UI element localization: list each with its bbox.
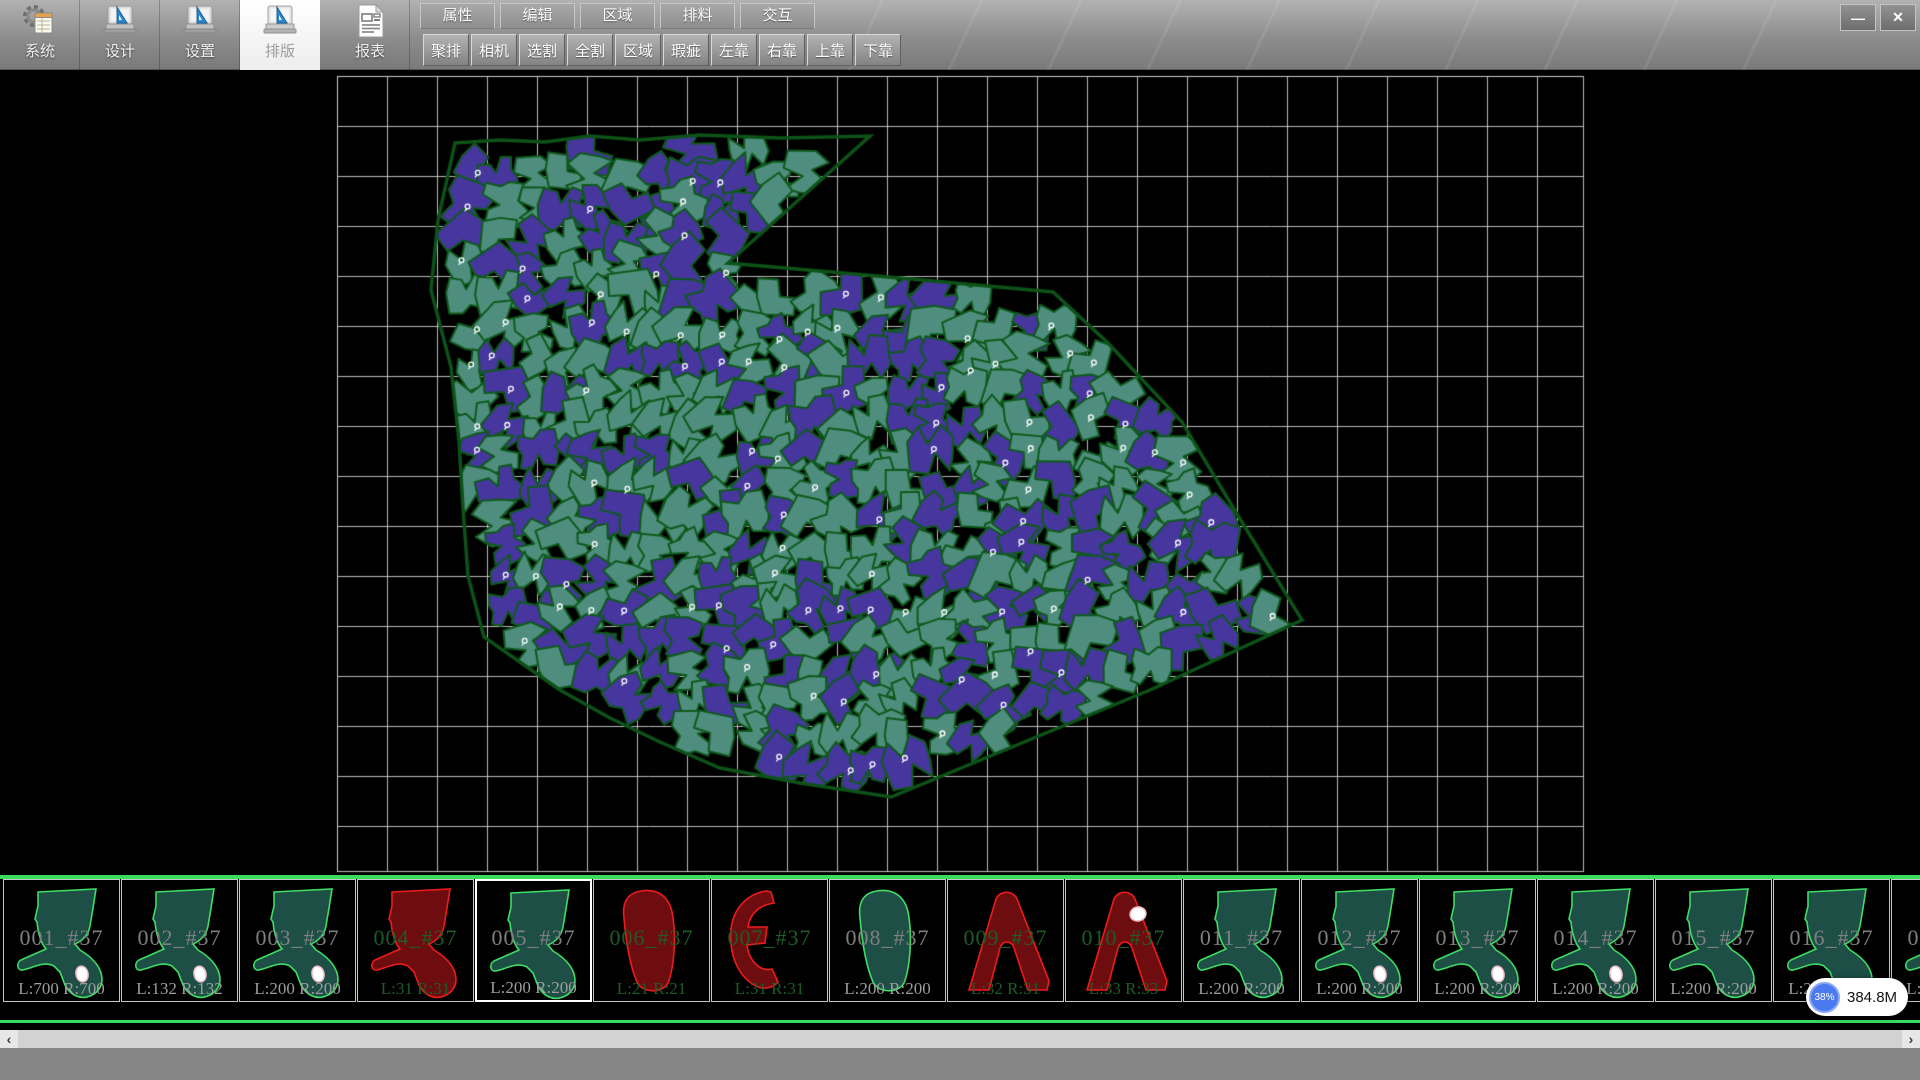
piece-lr-count-label: L:700 R:700	[4, 979, 119, 999]
tool-button-8[interactable]: 右靠	[759, 34, 805, 66]
tool-button-7[interactable]: 左靠	[711, 34, 757, 66]
piece-thumbnail-003_#37[interactable]: 003_#37 L:200 R:200	[239, 879, 356, 1002]
piece-lr-count-label: L:200 R:200	[1656, 979, 1771, 999]
piece-lr-count-label: L:200 R:200	[830, 979, 945, 999]
piece-id-label: 010_#37	[1066, 925, 1181, 951]
piece-lr-count-label: L:200 R:200	[477, 978, 590, 998]
piece-thumbnail-011_#37[interactable]: 011_#37 L:200 R:200	[1183, 879, 1300, 1002]
piece-thumbnail-001_#37[interactable]: 001_#37 L:700 R:700	[3, 879, 120, 1002]
piece-thumbnail-002_#37[interactable]: 002_#37 L:132 R:132	[121, 879, 238, 1002]
nesting-workspace-canvas[interactable]	[0, 70, 1920, 875]
tool-button-5[interactable]: 区域	[615, 34, 661, 66]
piece-lr-count-label: L:132 R:132	[122, 979, 237, 999]
report-button-label: 报表	[355, 40, 385, 61]
memory-usage-label: 384.8M	[1847, 989, 1897, 1006]
tool-button-3[interactable]: 选割	[519, 34, 565, 66]
menu-tab-1[interactable]: 属性	[420, 3, 495, 29]
menu-tabs: 属性编辑区域排料交互	[420, 3, 815, 29]
menu-tab-3[interactable]: 区域	[580, 3, 655, 29]
system-button-label: 系统	[25, 40, 55, 61]
nesting-icon	[261, 3, 299, 39]
piece-thumbnail-008_#37[interactable]: 008_#37 L:200 R:200	[829, 879, 946, 1002]
piece-lr-count-label: L:32 R:31	[948, 979, 1063, 999]
progress-percent-badge: 38%	[1809, 982, 1840, 1013]
tool-buttons-row: 聚排相机选割全割区域瑕疵左靠右靠上靠下靠	[423, 34, 901, 66]
tool-button-1[interactable]: 聚排	[423, 34, 469, 66]
piece-id-label: 003_#37	[240, 925, 355, 951]
piece-thumbnail-013_#37[interactable]: 013_#37 L:200 R:200	[1419, 879, 1536, 1002]
thumbnail-cells: 001_#37L:700 R:700002_#37L:132 R:132003_…	[3, 879, 1920, 1002]
piece-thumbnail-strip: 001_#37L:700 R:700002_#37L:132 R:132003_…	[0, 875, 1920, 1024]
tool-button-2[interactable]: 相机	[471, 34, 517, 66]
report-button[interactable]: 报表	[330, 0, 410, 70]
settings-icon	[181, 3, 219, 39]
toolbar-streaks-decor	[820, 0, 1820, 70]
piece-lr-count-label: L:200 R:200	[240, 979, 355, 999]
memory-progress-widget[interactable]: 38% 384.8M	[1806, 978, 1908, 1016]
bottom-status-strip	[0, 1048, 1920, 1080]
settings-button[interactable]: 设置	[160, 0, 240, 70]
window-controls: — ✕	[1840, 4, 1916, 31]
tool-button-6[interactable]: 瑕疵	[663, 34, 709, 66]
piece-lr-count-label: L:200 R:200	[1538, 979, 1653, 999]
scroll-right-arrow-icon[interactable]: ›	[1902, 1030, 1920, 1048]
close-button[interactable]: ✕	[1880, 4, 1916, 31]
piece-lr-count-label: L:31 R:31	[712, 979, 827, 999]
piece-lr-count-label: L:21 R:21	[594, 979, 709, 999]
piece-id-label: 015_#37	[1656, 925, 1771, 951]
piece-thumbnail-006_#37[interactable]: 006_#37 L:21 R:21	[593, 879, 710, 1002]
piece-lr-count-label: L:200 R:200	[1184, 979, 1299, 999]
piece-id-label: 012_#37	[1302, 925, 1417, 951]
piece-id-label: 002_#37	[122, 925, 237, 951]
piece-id-label: 016_#37	[1774, 925, 1889, 951]
piece-id-label: 004_#37	[358, 925, 473, 951]
piece-id-label: 006_#37	[594, 925, 709, 951]
piece-lr-count-label: L:200 R:200	[1420, 979, 1535, 999]
piece-thumbnail-009_#37[interactable]: 009_#37 L:32 R:31	[947, 879, 1064, 1002]
piece-id-label: 005_#37	[477, 925, 590, 951]
design-icon	[101, 3, 139, 39]
piece-thumbnail-015_#37[interactable]: 015_#37 L:200 R:200	[1655, 879, 1772, 1002]
piece-thumbnail-005_#37[interactable]: 005_#37 L:200 R:200	[475, 879, 592, 1002]
top-toolbar: 系统 设计	[0, 0, 1920, 70]
nesting-button-active[interactable]: 排版	[240, 0, 320, 70]
tool-button-4[interactable]: 全割	[567, 34, 613, 66]
tool-button-9[interactable]: 上靠	[807, 34, 853, 66]
piece-id-label: 014_#37	[1538, 925, 1653, 951]
piece-id-label: 011_#37	[1184, 925, 1299, 951]
app-window: 系统 设计	[0, 0, 1920, 1080]
system-button[interactable]: 系统	[0, 0, 80, 70]
settings-button-label: 设置	[185, 40, 215, 61]
strip-accent-line-bottom	[0, 1020, 1920, 1023]
menu-tab-4[interactable]: 排料	[660, 3, 735, 29]
menu-tab-5[interactable]: 交互	[740, 3, 815, 29]
piece-id-label: 013_#37	[1420, 925, 1535, 951]
menu-tab-2[interactable]: 编辑	[500, 3, 575, 29]
piece-id-label: 007_#37	[712, 925, 827, 951]
design-button[interactable]: 设计	[80, 0, 160, 70]
piece-lr-count-label: L:31 R:31	[358, 979, 473, 999]
report-icon	[351, 3, 389, 39]
design-button-label: 设计	[105, 40, 135, 61]
piece-id-label: 017_#37	[1892, 925, 1920, 951]
nesting-button-label: 排版	[265, 40, 295, 61]
piece-id-label: 008_#37	[830, 925, 945, 951]
system-icon	[21, 3, 59, 39]
scroll-left-arrow-icon[interactable]: ‹	[0, 1030, 18, 1048]
piece-thumbnail-004_#37[interactable]: 004_#37 L:31 R:31	[357, 879, 474, 1002]
piece-lr-count-label: L:33 R:33	[1066, 979, 1181, 999]
piece-thumbnail-007_#37[interactable]: 007_#37 L:31 R:31	[711, 879, 828, 1002]
minimize-button[interactable]: —	[1840, 4, 1876, 31]
tool-button-10[interactable]: 下靠	[855, 34, 901, 66]
piece-id-label: 001_#37	[4, 925, 119, 951]
horizontal-scrollbar[interactable]: ‹ ›	[0, 1030, 1920, 1048]
piece-id-label: 009_#37	[948, 925, 1063, 951]
piece-thumbnail-012_#37[interactable]: 012_#37 L:200 R:200	[1301, 879, 1418, 1002]
piece-thumbnail-014_#37[interactable]: 014_#37 L:200 R:200	[1537, 879, 1654, 1002]
piece-lr-count-label: L:200 R:200	[1302, 979, 1417, 999]
piece-thumbnail-010_#37[interactable]: 010_#37 L:33 R:33	[1065, 879, 1182, 1002]
